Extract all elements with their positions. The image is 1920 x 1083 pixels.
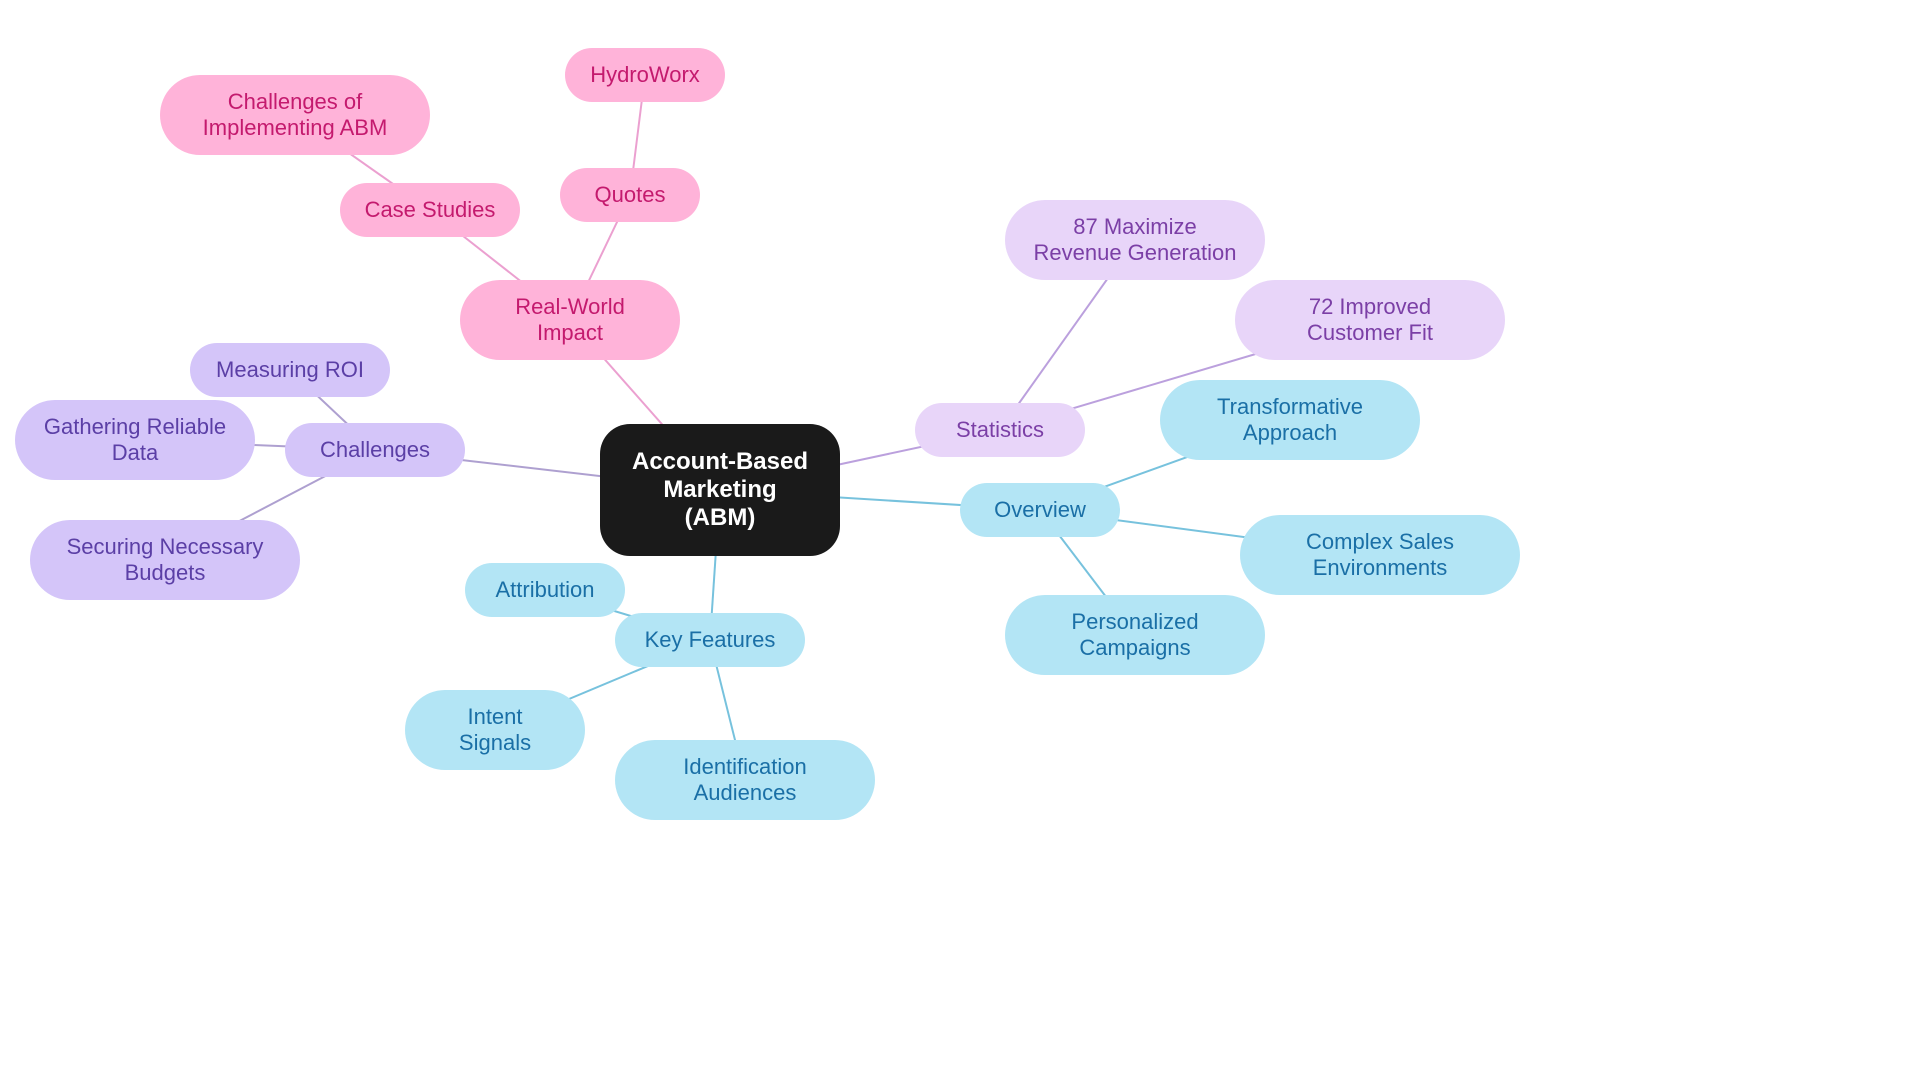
real-world-impact-node[interactable]: Real-World Impact bbox=[460, 280, 680, 360]
securing-budgets-node[interactable]: Securing Necessary Budgets bbox=[30, 520, 300, 600]
challenges-implementing-node[interactable]: Challenges of Implementing ABM bbox=[160, 75, 430, 155]
gathering-data-node[interactable]: Gathering Reliable Data bbox=[15, 400, 255, 480]
transformative-node[interactable]: Transformative Approach bbox=[1160, 380, 1420, 460]
mindmap-container: Account-Based Marketing (ABM) Challenges M… bbox=[0, 0, 1920, 1083]
center-node[interactable]: Account-Based Marketing (ABM) bbox=[600, 424, 840, 556]
measuring-roi-node[interactable]: Measuring ROI bbox=[190, 343, 390, 397]
statistics-node[interactable]: Statistics bbox=[915, 403, 1085, 457]
hydroworx-node[interactable]: HydroWorx bbox=[565, 48, 725, 102]
maximize-revenue-node[interactable]: 87 Maximize Revenue Generation bbox=[1005, 200, 1265, 280]
case-studies-node[interactable]: Case Studies bbox=[340, 183, 520, 237]
overview-node[interactable]: Overview bbox=[960, 483, 1120, 537]
key-features-node[interactable]: Key Features bbox=[615, 613, 805, 667]
intent-signals-node[interactable]: Intent Signals bbox=[405, 690, 585, 770]
improved-customer-node[interactable]: 72 Improved Customer Fit bbox=[1235, 280, 1505, 360]
complex-sales-node[interactable]: Complex Sales Environments bbox=[1240, 515, 1520, 595]
personalized-campaigns-node[interactable]: Personalized Campaigns bbox=[1005, 595, 1265, 675]
quotes-node[interactable]: Quotes bbox=[560, 168, 700, 222]
identification-audiences-node[interactable]: Identification Audiences bbox=[615, 740, 875, 820]
attribution-node[interactable]: Attribution bbox=[465, 563, 625, 617]
challenges-node[interactable]: Challenges bbox=[285, 423, 465, 477]
